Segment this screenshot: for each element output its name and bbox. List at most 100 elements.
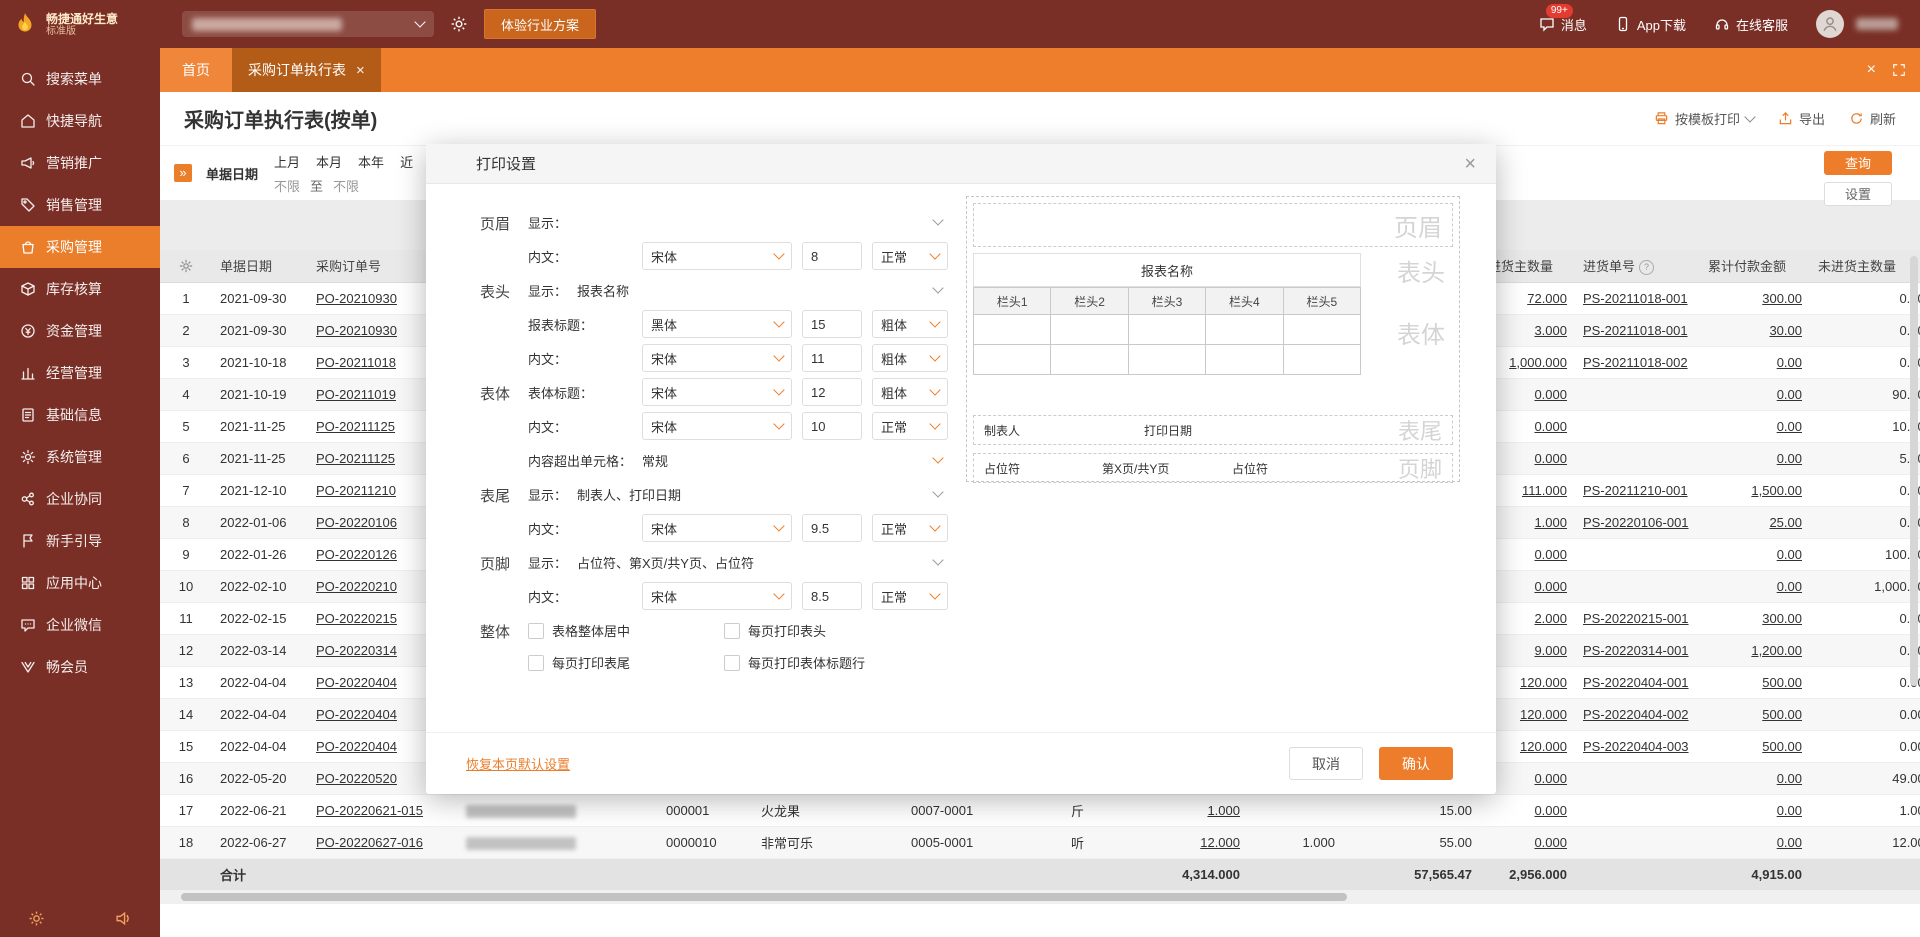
thead-display-row[interactable]: 显示： 报表名称 [528, 273, 948, 307]
quick-range-3[interactable]: 近 [400, 152, 413, 171]
thead-font-select[interactable]: 宋体 [642, 344, 792, 372]
quick-range-1[interactable]: 本月 [316, 152, 342, 171]
confirm-button[interactable]: 确认 [1379, 747, 1453, 780]
cell-paid[interactable]: 0.00 [1700, 410, 1810, 443]
checkbox-center-table[interactable]: 表格整体居中 [528, 621, 724, 640]
cell-receipt[interactable]: PS-20220404-002 [1575, 698, 1700, 731]
company-selector[interactable] [182, 11, 434, 37]
cell-paid[interactable]: 0.00 [1700, 794, 1810, 827]
cell-paid[interactable]: 1,200.00 [1700, 634, 1810, 667]
sidebar-item-search[interactable]: 搜索菜单 [0, 58, 160, 100]
tab-purchase-order-report[interactable]: 采购订单执行表 × [232, 48, 381, 92]
cell-receipt[interactable] [1575, 794, 1700, 827]
chevron-down-icon[interactable] [932, 486, 944, 498]
cell-received[interactable]: 0.000 [1480, 794, 1575, 827]
cell-paid[interactable]: 500.00 [1700, 730, 1810, 763]
cell-receipt[interactable]: PS-20220106-001 [1575, 506, 1700, 539]
checkbox-print-body-title-every-page[interactable]: 每页打印表体标题行 [724, 653, 954, 672]
sidebar-item-sales[interactable]: 销售管理 [0, 184, 160, 226]
quick-range-0[interactable]: 上月 [274, 152, 300, 171]
cell-paid[interactable]: 0.00 [1700, 570, 1810, 603]
sidebar-gear-icon[interactable] [28, 910, 45, 927]
checkbox-print-tfoot-every-page[interactable]: 每页打印表尾 [528, 653, 724, 672]
cell-qty[interactable]: 1.000 [1143, 794, 1248, 827]
sidebar-item-guide[interactable]: 新手引导 [0, 520, 160, 562]
cell-received[interactable]: 0.000 [1480, 826, 1575, 859]
sidebar-item-nav[interactable]: 快捷导航 [0, 100, 160, 142]
cell-paid[interactable]: 30.00 [1700, 314, 1810, 347]
cell-receipt[interactable] [1575, 570, 1700, 603]
sidebar-audio-icon[interactable] [115, 910, 132, 927]
pagefooter-size-input[interactable]: 8.5 [802, 582, 862, 610]
refresh-button[interactable]: 刷新 [1849, 109, 1896, 128]
pageheader-size-input[interactable]: 8 [802, 242, 862, 270]
cell-paid[interactable]: 300.00 [1700, 282, 1810, 315]
cell-receipt[interactable] [1575, 410, 1700, 443]
sidebar-item-wechat[interactable]: 企业微信 [0, 604, 160, 646]
cell-receipt[interactable]: PS-20211018-001 [1575, 282, 1700, 315]
chevron-down-icon[interactable] [932, 554, 944, 566]
vertical-scrollbar[interactable] [1910, 256, 1918, 876]
messages-button[interactable]: 99+ 消息 [1539, 3, 1587, 34]
cell-paid[interactable]: 0.00 [1700, 762, 1810, 795]
cell-qty[interactable]: 12.000 [1143, 826, 1248, 859]
thead-size-input[interactable]: 11 [802, 344, 862, 372]
tab-home[interactable]: 首页 [160, 48, 232, 92]
sidebar-item-system[interactable]: 系统管理 [0, 436, 160, 478]
cell-receipt[interactable]: PS-20220404-003 [1575, 730, 1700, 763]
date-from-input[interactable]: 不限 [274, 176, 300, 195]
sidebar-item-promo[interactable]: 营销推广 [0, 142, 160, 184]
chevron-down-icon[interactable] [932, 282, 944, 294]
user-avatar[interactable] [1816, 10, 1844, 38]
cell-paid[interactable]: 0.00 [1700, 378, 1810, 411]
pagefooter-weight-select[interactable]: 正常 [872, 582, 948, 610]
cell-receipt[interactable]: PS-20211018-002 [1575, 346, 1700, 379]
sidebar-item-member[interactable]: 畅会员 [0, 646, 160, 688]
cell-paid[interactable]: 1,500.00 [1700, 474, 1810, 507]
workspace-gear-icon[interactable] [450, 15, 468, 33]
horizontal-scrollbar[interactable] [160, 890, 1920, 904]
cell-receipt[interactable]: PS-20211018-001 [1575, 314, 1700, 347]
cell-receipt[interactable] [1575, 762, 1700, 795]
thead-weight-select[interactable]: 粗体 [872, 344, 948, 372]
tbody-size-input[interactable]: 10 [802, 412, 862, 440]
sidebar-item-funds[interactable]: 资金管理 [0, 310, 160, 352]
cell-paid[interactable]: 0.00 [1700, 538, 1810, 571]
tfoot-font-select[interactable]: 宋体 [642, 514, 792, 542]
dialog-close-icon[interactable]: × [1464, 154, 1476, 174]
cancel-button[interactable]: 取消 [1289, 747, 1363, 780]
cell-receipt[interactable] [1575, 378, 1700, 411]
fullscreen-icon[interactable] [1892, 63, 1906, 77]
cell-paid[interactable]: 0.00 [1700, 826, 1810, 859]
filter-settings-button[interactable]: 设置 [1824, 182, 1892, 206]
cell-receipt[interactable] [1575, 442, 1700, 475]
app-download-button[interactable]: App下载 [1615, 15, 1686, 34]
trial-plan-button[interactable]: 体验行业方案 [484, 9, 597, 39]
tbody-title-size-input[interactable]: 12 [802, 378, 862, 406]
pageheader-weight-select[interactable]: 正常 [872, 242, 948, 270]
cell-paid[interactable]: 300.00 [1700, 602, 1810, 635]
chevron-down-icon[interactable] [932, 214, 944, 226]
cell-paid[interactable]: 25.00 [1700, 506, 1810, 539]
vertical-scrollbar-thumb[interactable] [1910, 256, 1918, 686]
cell-receipt[interactable] [1575, 538, 1700, 571]
sidebar-item-apps[interactable]: 应用中心 [0, 562, 160, 604]
cell-receipt[interactable]: PS-20220404-001 [1575, 666, 1700, 699]
template-print-button[interactable]: 按模板打印 [1654, 109, 1756, 128]
cell-po[interactable]: PO-20220627-016 [308, 826, 458, 859]
cell-receipt[interactable]: PS-20211210-001 [1575, 474, 1700, 507]
sidebar-item-collab[interactable]: 企业协同 [0, 478, 160, 520]
tfoot-display-row[interactable]: 显示： 制表人、打印日期 [528, 477, 948, 511]
thead-title-font-select[interactable]: 黑体 [642, 310, 792, 338]
cell-po[interactable]: PO-20220621-015 [308, 794, 458, 827]
search-button[interactable]: 查询 [1824, 151, 1892, 175]
tbody-weight-select[interactable]: 正常 [872, 412, 948, 440]
sidebar-item-info[interactable]: 基础信息 [0, 394, 160, 436]
column-settings-gear-icon[interactable] [160, 250, 212, 283]
tab-close-icon[interactable]: × [356, 62, 365, 79]
cell-paid[interactable]: 0.00 [1700, 346, 1810, 379]
thead-title-size-input[interactable]: 15 [802, 310, 862, 338]
filter-expander-icon[interactable]: » [174, 164, 192, 182]
tfoot-size-input[interactable]: 9.5 [802, 514, 862, 542]
horizontal-scrollbar-thumb[interactable] [181, 893, 1347, 901]
